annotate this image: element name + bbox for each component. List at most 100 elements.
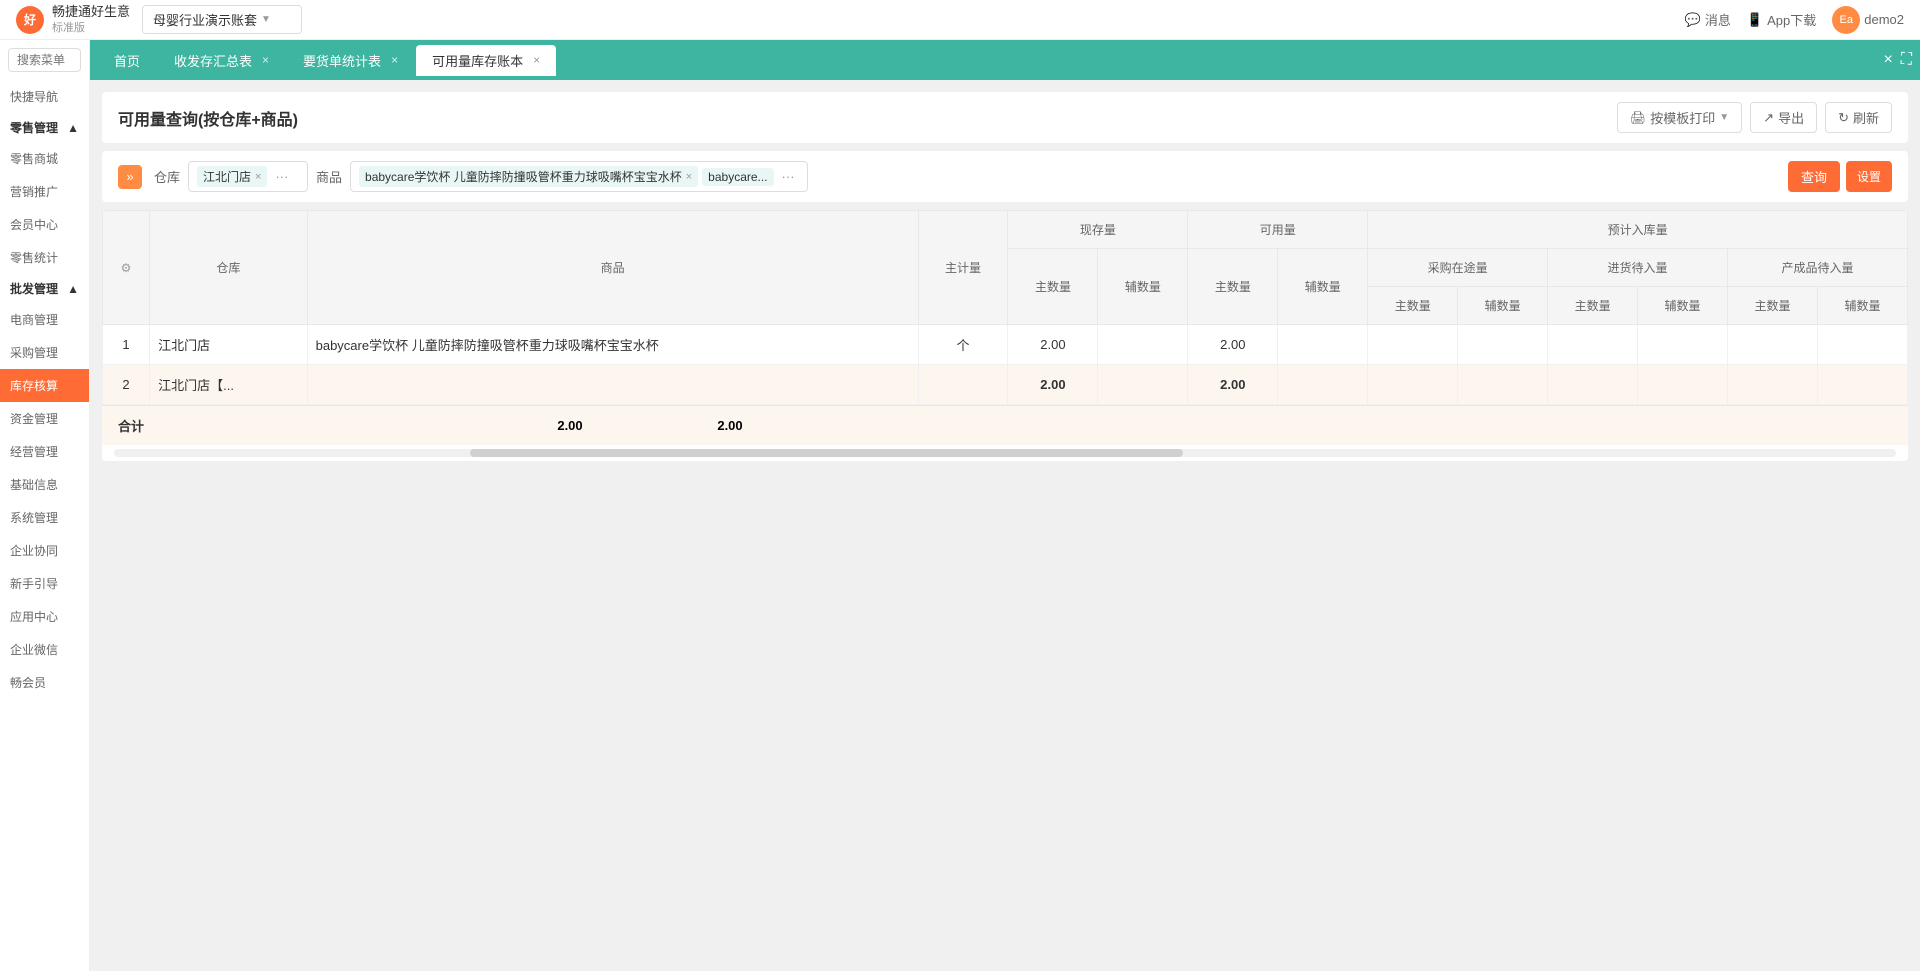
th-available-label: 可用量 — [1260, 223, 1296, 237]
page-actions: 🖨 按模板打印 ▼ ↗ 导出 ↻ 刷新 — [1617, 102, 1892, 133]
sidebar-item-retail-mgmt[interactable]: 零售管理 ▲ — [0, 113, 89, 142]
message-btn[interactable]: 💬 消息 — [1685, 10, 1731, 29]
th-forecast-inbound-label: 预计入库量 — [1608, 223, 1668, 237]
refresh-btn[interactable]: ↻ 刷新 — [1825, 102, 1892, 133]
th-current-stock-label: 现存量 — [1080, 223, 1116, 237]
filter-toggle-btn[interactable]: » — [118, 165, 142, 189]
th-products-sub: 辅数量 — [1817, 287, 1907, 325]
filter-actions: 查询 设置 — [1788, 161, 1892, 192]
sidebar-item-app-center[interactable]: 应用中心 — [0, 600, 89, 633]
th-current-sub-label: 辅数量 — [1125, 280, 1161, 294]
row2-products-main — [1727, 365, 1817, 405]
tab-home[interactable]: 首页 — [98, 45, 156, 76]
th-incoming-main-label: 主数量 — [1575, 299, 1611, 313]
filter-group: 仓库 江北门店 × ··· 商品 babycare学饮杯 儿童防摔防撞吸管杯重力… — [154, 161, 1776, 192]
th-avail-sub-label: 辅数量 — [1305, 280, 1341, 294]
wholesale-mgmt-label: 批发管理 — [10, 280, 58, 297]
warehouse-tag-text: 江北门店 — [203, 168, 251, 185]
retail-mgmt-label: 零售管理 — [10, 119, 58, 136]
sidebar-item-retail-stats[interactable]: 零售统计 — [0, 241, 89, 274]
tab-receive-pay[interactable]: 收发存汇总表 × — [158, 45, 285, 76]
warehouse-tag-close[interactable]: × — [255, 171, 261, 183]
page-header: 可用量查询(按仓库+商品) 🖨 按模板打印 ▼ ↗ 导出 ↻ 刷新 — [102, 92, 1908, 143]
sidebar-item-marketing[interactable]: 营销推广 — [0, 175, 89, 208]
product-filter-dots[interactable]: ··· — [778, 169, 799, 184]
tab-bar-actions: × ⛶ — [1883, 51, 1912, 69]
row2-warehouse: 江北门店【... — [150, 365, 308, 405]
data-table: ⚙ 仓库 商品 主计量 — [102, 210, 1908, 405]
th-product: 商品 — [307, 211, 918, 325]
tab-order-stats[interactable]: 要货单统计表 × — [287, 45, 414, 76]
refresh-label: 刷新 — [1853, 108, 1879, 127]
tab-available-inventory-close[interactable]: × — [533, 53, 540, 67]
new-guide-label: 新手引导 — [10, 575, 58, 592]
tab-receive-pay-close[interactable]: × — [262, 53, 269, 67]
th-purchase-main-label: 主数量 — [1395, 299, 1431, 313]
th-forecast-products-group: 产成品待入量 — [1727, 249, 1907, 287]
th-current-stock-group: 现存量 — [1008, 211, 1188, 249]
store-selector-chevron: ▼ — [261, 14, 271, 25]
sidebar-item-finance[interactable]: 资金管理 — [0, 402, 89, 435]
main-layout: 快捷导航 零售管理 ▲ 零售商城 营销推广 会员中心 零售统计 批发管理 ▲ 电… — [0, 40, 1920, 971]
sidebar-item-quick-nav[interactable]: 快捷导航 — [0, 80, 89, 113]
tab-minimize-btn[interactable]: × — [1883, 51, 1892, 69]
warehouse-filter-input[interactable]: 江北门店 × ··· — [188, 161, 308, 192]
row1-warehouse: 江北门店 — [150, 325, 308, 365]
scroll-bar-thumb[interactable] — [470, 449, 1183, 457]
operations-label: 经营管理 — [10, 443, 58, 460]
sidebar-item-operations[interactable]: 经营管理 — [0, 435, 89, 468]
sidebar-item-system[interactable]: 系统管理 — [0, 501, 89, 534]
row2-avail-sub — [1278, 365, 1368, 405]
retail-mgmt-chevron: ▲ — [67, 121, 79, 135]
store-name: 母婴行业演示账套 — [153, 10, 257, 29]
settings-btn[interactable]: 设置 — [1846, 161, 1892, 192]
user-area[interactable]: Ea demo2 — [1832, 6, 1904, 34]
th-product-label: 商品 — [601, 261, 625, 275]
warehouse-filter-dots[interactable]: ··· — [271, 169, 292, 184]
row2-unit — [918, 365, 1008, 405]
sidebar-item-enterprise[interactable]: 企业协同 — [0, 534, 89, 567]
print-template-btn[interactable]: 🖨 按模板打印 ▼ — [1617, 102, 1742, 133]
finance-label: 资金管理 — [10, 410, 58, 427]
tab-order-stats-close[interactable]: × — [391, 53, 398, 67]
export-btn[interactable]: ↗ 导出 — [1750, 102, 1817, 133]
product-filter-input[interactable]: babycare学饮杯 儿童防摔防撞吸管杯重力球吸嘴杯宝宝水杯 × babyca… — [350, 161, 808, 192]
system-label: 系统管理 — [10, 509, 58, 526]
sidebar-item-wholesale-mgmt[interactable]: 批发管理 ▲ — [0, 274, 89, 303]
th-forecast-purchase-group: 采购在途量 — [1368, 249, 1548, 287]
tab-maximize-btn[interactable]: ⛶ — [1901, 51, 1912, 69]
sidebar-item-enterprise-wechat[interactable]: 企业微信 — [0, 633, 89, 666]
top-bar: 好 畅捷通好生意 标准版 母婴行业演示账套 ▼ 💬 消息 📱 App下载 Ea … — [0, 0, 1920, 40]
sidebar-item-ecommerce[interactable]: 电商管理 — [0, 303, 89, 336]
tab-bar: 首页 收发存汇总表 × 要货单统计表 × 可用量库存账本 × × ⛶ — [90, 40, 1920, 80]
tab-available-inventory[interactable]: 可用量库存账本 × — [416, 45, 556, 76]
th-purchase-main: 主数量 — [1368, 287, 1458, 325]
logo-text: 畅捷通好生意 — [52, 4, 130, 20]
sidebar: 快捷导航 零售管理 ▲ 零售商城 营销推广 会员中心 零售统计 批发管理 ▲ 电… — [0, 40, 90, 971]
app-download-btn[interactable]: 📱 App下载 — [1747, 10, 1816, 29]
sidebar-item-purchase[interactable]: 采购管理 — [0, 336, 89, 369]
enterprise-label: 企业协同 — [10, 542, 58, 559]
summary-values: 2.00 2.00 — [450, 418, 1900, 433]
logo-icon: 好 — [16, 6, 44, 34]
sidebar-item-inventory[interactable]: 库存核算 — [0, 369, 89, 402]
row1-avail-sub — [1278, 325, 1368, 365]
product-tag1-close[interactable]: × — [686, 171, 692, 183]
sidebar-item-new-guide[interactable]: 新手引导 — [0, 567, 89, 600]
sidebar-item-member-center[interactable]: 会员中心 — [0, 208, 89, 241]
table-settings-icon[interactable]: ⚙ — [121, 261, 132, 275]
sidebar-item-retail-mall[interactable]: 零售商城 — [0, 142, 89, 175]
row1-no: 1 — [103, 325, 150, 365]
th-forecast-inbound-group: 预计入库量 — [1368, 211, 1908, 249]
row2-purchase-sub — [1458, 365, 1548, 405]
row1-purchase-main — [1368, 325, 1458, 365]
sidebar-item-vip-member[interactable]: 畅会员 — [0, 666, 89, 699]
th-products-main: 主数量 — [1727, 287, 1817, 325]
row1-current-main: 2.00 — [1008, 325, 1098, 365]
store-selector[interactable]: 母婴行业演示账套 ▼ — [142, 5, 302, 34]
table-wrap: ⚙ 仓库 商品 主计量 — [102, 210, 1908, 405]
query-btn[interactable]: 查询 — [1788, 161, 1840, 192]
search-input[interactable] — [8, 48, 81, 72]
sidebar-item-basics[interactable]: 基础信息 — [0, 468, 89, 501]
vip-member-label: 畅会员 — [10, 674, 46, 691]
